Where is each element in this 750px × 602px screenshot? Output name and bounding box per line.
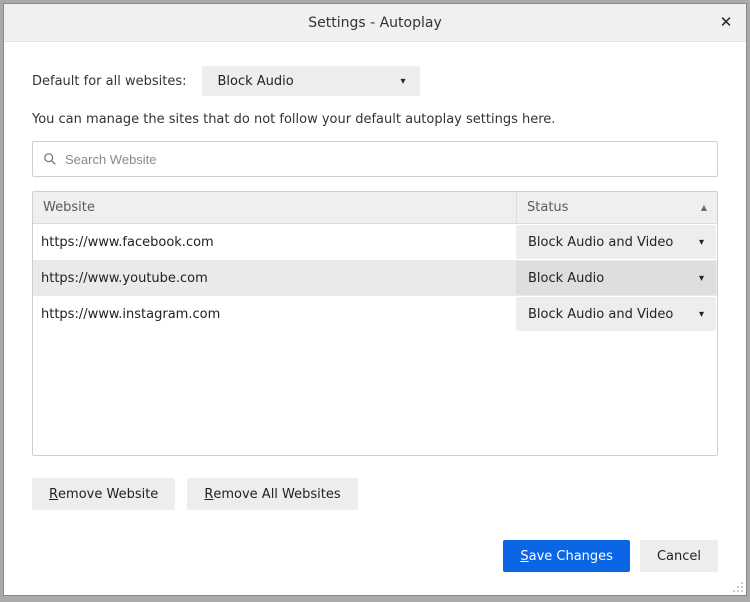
chevron-down-icon: ▾ xyxy=(699,237,704,248)
cell-status-select[interactable]: Block Audio and Video ▾ xyxy=(516,225,716,259)
save-changes-button[interactable]: Save Changes xyxy=(503,540,630,572)
table-row[interactable]: https://www.instagram.comBlock Audio and… xyxy=(33,296,717,332)
close-button[interactable]: ✕ xyxy=(714,10,738,34)
description-text: You can manage the sites that do not fol… xyxy=(32,112,718,127)
cell-website: https://www.facebook.com xyxy=(33,224,515,260)
settings-dialog: Settings - Autoplay ✕ Default for all we… xyxy=(3,3,747,596)
default-row: Default for all websites: Block Audio ▾ xyxy=(32,66,718,96)
table-row[interactable]: https://www.youtube.com Block Audio ▾ xyxy=(33,260,717,296)
chevron-down-icon: ▾ xyxy=(699,309,704,320)
dialog-content: Default for all websites: Block Audio ▾ … xyxy=(4,42,746,595)
status-value: Block Audio and Video xyxy=(528,235,673,250)
cell-website: https://www.youtube.com xyxy=(33,260,515,296)
titlebar: Settings - Autoplay ✕ xyxy=(4,4,746,42)
cancel-button[interactable]: Cancel xyxy=(640,540,718,572)
cell-status-select[interactable]: Block Audio ▾ xyxy=(516,261,716,295)
chevron-down-icon: ▾ xyxy=(699,273,704,284)
mnemonic-letter: S xyxy=(520,549,528,564)
default-label: Default for all websites: xyxy=(32,74,186,89)
mnemonic-letter: R xyxy=(49,487,58,502)
chevron-down-icon: ▾ xyxy=(400,76,405,87)
dialog-title: Settings - Autoplay xyxy=(308,15,442,31)
websites-table: Website Status ▲ https://www.facebook.co… xyxy=(32,191,718,456)
remove-buttons-row: Remove Website Remove All Websites xyxy=(32,478,718,510)
column-header-status-label: Status xyxy=(527,200,568,215)
button-label: emove All Websites xyxy=(213,487,340,502)
default-select-value: Block Audio xyxy=(217,74,293,89)
table-body: https://www.facebook.comBlock Audio and … xyxy=(33,224,717,455)
resize-grip-icon[interactable] xyxy=(732,581,744,593)
close-icon: ✕ xyxy=(720,13,733,31)
column-header-website-label: Website xyxy=(43,200,95,215)
table-row[interactable]: https://www.facebook.comBlock Audio and … xyxy=(33,224,717,260)
column-header-status[interactable]: Status ▲ xyxy=(517,192,717,223)
search-icon xyxy=(43,152,57,166)
status-value: Block Audio xyxy=(528,271,604,286)
button-label: emove Website xyxy=(58,487,158,502)
sort-asc-icon: ▲ xyxy=(701,203,707,212)
status-value: Block Audio and Video xyxy=(528,307,673,322)
column-header-website[interactable]: Website xyxy=(33,192,517,223)
remove-all-websites-button[interactable]: Remove All Websites xyxy=(187,478,357,510)
mnemonic-letter: R xyxy=(204,487,213,502)
remove-website-button[interactable]: Remove Website xyxy=(32,478,175,510)
button-label: ave Changes xyxy=(529,549,613,564)
default-select[interactable]: Block Audio ▾ xyxy=(202,66,420,96)
cell-website: https://www.instagram.com xyxy=(33,296,515,332)
search-field-wrap[interactable] xyxy=(32,141,718,177)
button-label: Cancel xyxy=(657,549,701,564)
footer-buttons: Save Changes Cancel xyxy=(32,540,718,572)
search-input[interactable] xyxy=(65,152,707,167)
cell-status-select[interactable]: Block Audio and Video ▾ xyxy=(516,297,716,331)
table-header: Website Status ▲ xyxy=(33,192,717,224)
